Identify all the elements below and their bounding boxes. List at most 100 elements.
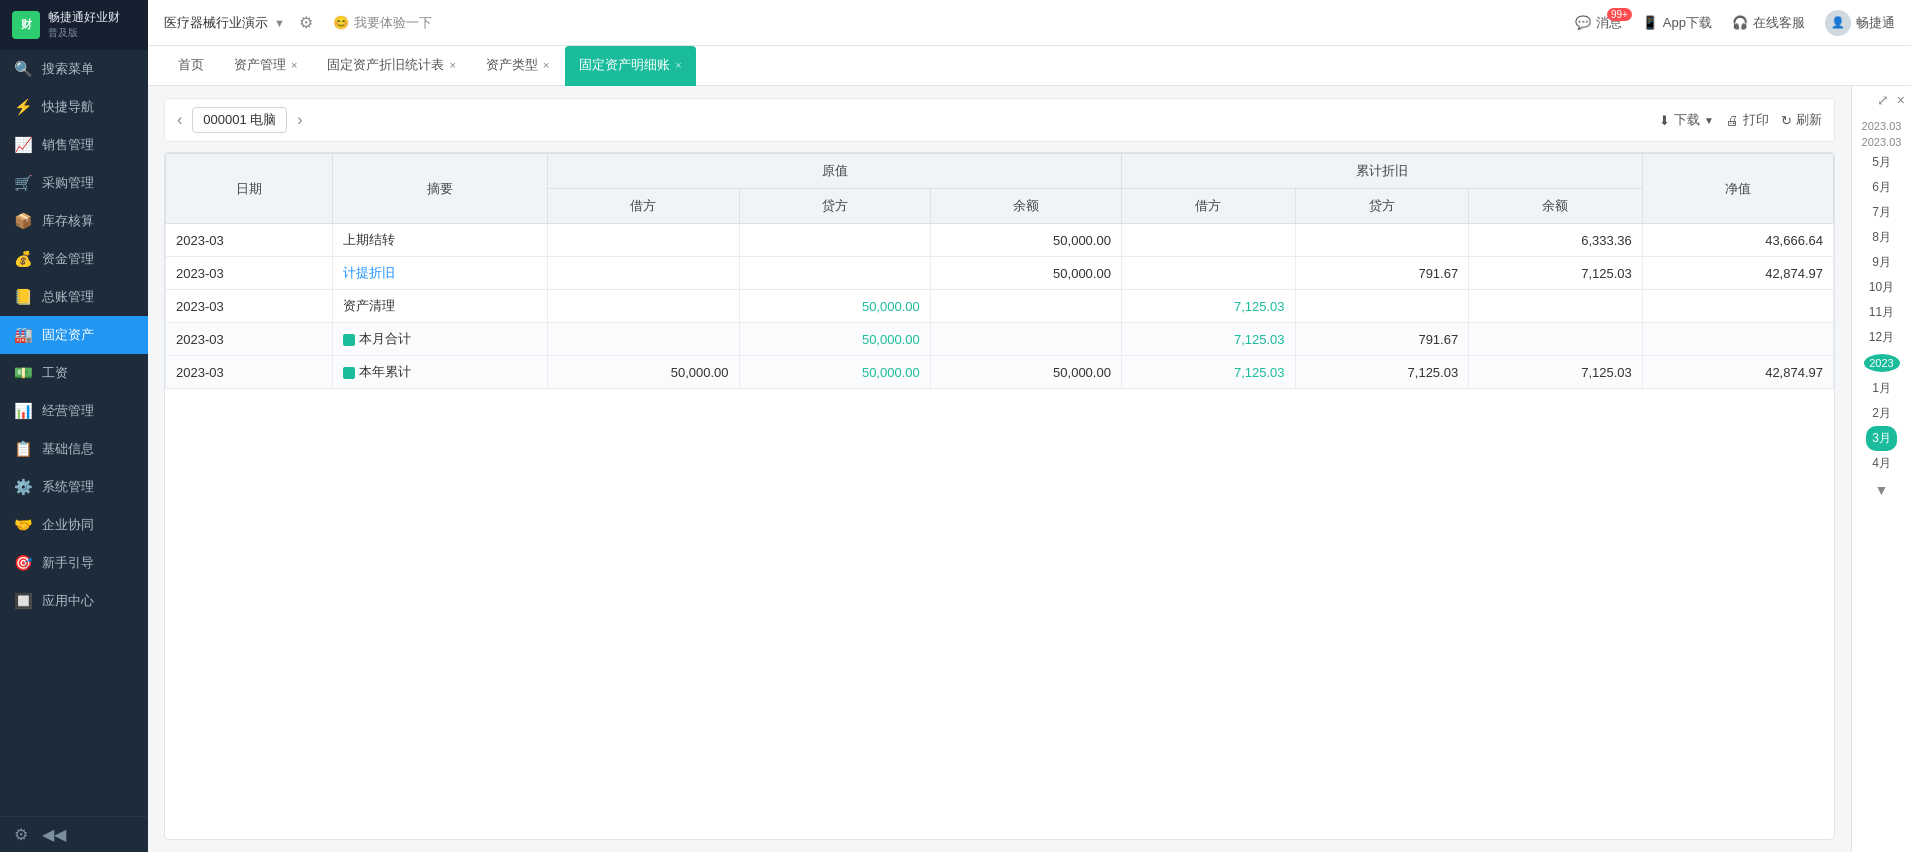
online-service-btn[interactable]: 🎧 在线客服 — [1732, 14, 1805, 32]
tab-asset-mgmt-label: 资产管理 — [234, 56, 286, 74]
company-selector[interactable]: 医疗器械行业演示 ▼ — [164, 14, 285, 32]
tab-depreciation-stat[interactable]: 固定资产折旧统计表 × — [313, 46, 469, 86]
experience-btn[interactable]: 😊 我要体验一下 — [333, 14, 432, 32]
sidebar-guide-label: 新手引导 — [42, 554, 94, 572]
sidebar-item-search[interactable]: 🔍 搜索菜单 — [0, 50, 148, 88]
sidebar-item-fixed-assets[interactable]: 🏭 固定资产 — [0, 316, 148, 354]
table-cell: 2023-03 — [166, 290, 333, 323]
table-cell — [930, 323, 1121, 356]
timeline-month-item[interactable]: 10月 — [1863, 275, 1900, 300]
tab-home[interactable]: 首页 — [164, 46, 218, 86]
messages-btn[interactable]: 💬 消息 99+ — [1575, 14, 1622, 32]
app-logo-icon: 财 — [12, 11, 40, 39]
table-cell-summary: 本年累计 — [332, 356, 548, 389]
tab-asset-mgmt[interactable]: 资产管理 × — [220, 46, 311, 86]
company-name-label: 医疗器械行业演示 — [164, 14, 268, 32]
tab-asset-detail-label: 固定资产明细账 — [579, 56, 670, 74]
col-acc-debit: 借方 — [1121, 189, 1295, 224]
timeline-close-btn[interactable]: × — [1897, 92, 1905, 108]
sidebar-item-sales[interactable]: 📈 销售管理 — [0, 126, 148, 164]
sidebar-basic-info-label: 基础信息 — [42, 440, 94, 458]
sidebar-item-apps[interactable]: 🔲 应用中心 — [0, 582, 148, 620]
table-cell — [548, 224, 739, 257]
table-cell: 791.67 — [1295, 323, 1469, 356]
timeline-month-item[interactable]: 11月 — [1863, 300, 1900, 325]
sidebar-item-sys-mgmt[interactable]: ⚙️ 系统管理 — [0, 468, 148, 506]
table-cell — [1121, 257, 1295, 290]
sidebar-item-ledger[interactable]: 📒 总账管理 — [0, 278, 148, 316]
sidebar-item-funds[interactable]: 💰 资金管理 — [0, 240, 148, 278]
ledger-icon: 📒 — [14, 288, 32, 306]
timeline-sub-year: 2023.03 — [1862, 134, 1902, 150]
timeline-month-item[interactable]: 12月 — [1863, 325, 1900, 350]
basic-info-icon: 📋 — [14, 440, 32, 458]
tab-asset-type[interactable]: 资产类型 × — [472, 46, 563, 86]
sidebar-item-ops[interactable]: 📊 经营管理 — [0, 392, 148, 430]
settings-icon[interactable]: ⚙ — [14, 825, 28, 844]
tab-asset-detail-close-icon[interactable]: × — [675, 59, 681, 71]
sidebar-item-guide[interactable]: 🎯 新手引导 — [0, 544, 148, 582]
timeline-expand-btn[interactable]: ⤢ — [1877, 92, 1889, 108]
timeline-recent-month-item[interactable]: 3月 — [1866, 426, 1897, 451]
sales-icon: 📈 — [14, 136, 32, 154]
messages-badge: 99+ — [1607, 8, 1632, 21]
table-cell: 7,125.03 — [1469, 356, 1643, 389]
topbar-right: 💬 消息 99+ 📱 App下载 🎧 在线客服 👤 畅捷通 — [1575, 10, 1895, 36]
sidebar-sales-label: 销售管理 — [42, 136, 94, 154]
sidebar-item-purchase[interactable]: 🛒 采购管理 — [0, 164, 148, 202]
sidebar-item-basic-info[interactable]: 📋 基础信息 — [0, 430, 148, 468]
col-summary: 摘要 — [332, 154, 548, 224]
download-btn[interactable]: ⬇ 下载 ▼ — [1659, 111, 1714, 129]
timeline-month-item[interactable]: 6月 — [1863, 175, 1900, 200]
col-date: 日期 — [166, 154, 333, 224]
user-btn[interactable]: 👤 畅捷通 — [1825, 10, 1895, 36]
table-cell: 50,000.00 — [548, 356, 739, 389]
tab-asset-type-close-icon[interactable]: × — [543, 59, 549, 71]
app-name-label: 畅捷通好业财 — [48, 10, 120, 26]
tab-asset-mgmt-close-icon[interactable]: × — [291, 59, 297, 71]
asset-code-label: 000001 电脑 — [203, 112, 276, 127]
content-main: ‹ 000001 电脑 › ⬇ 下载 ▼ 🖨 打印 — [148, 86, 1851, 852]
table-cell: 2023-03 — [166, 323, 333, 356]
table-cell: 50,000.00 — [930, 257, 1121, 290]
timeline-recent-month-item[interactable]: 4月 — [1866, 451, 1897, 476]
sidebar-payroll-label: 工资 — [42, 364, 68, 382]
timeline-month-item[interactable]: 5月 — [1863, 150, 1900, 175]
sidebar-item-collab[interactable]: 🤝 企业协同 — [0, 506, 148, 544]
tab-home-label: 首页 — [178, 56, 204, 74]
apps-icon: 🔲 — [14, 592, 32, 610]
next-asset-btn[interactable]: › — [297, 111, 302, 129]
user-avatar: 👤 — [1825, 10, 1851, 36]
col-orig-debit: 借方 — [548, 189, 739, 224]
table-cell: 6,333.36 — [1469, 224, 1643, 257]
table-cell — [739, 224, 930, 257]
timeline-month-item[interactable]: 7月 — [1863, 200, 1900, 225]
col-acc-credit: 贷方 — [1295, 189, 1469, 224]
sidebar-item-payroll[interactable]: 💵 工资 — [0, 354, 148, 392]
timeline-scroll-down-btn[interactable]: ▼ — [1872, 480, 1892, 500]
table-cell — [1295, 290, 1469, 323]
print-btn[interactable]: 🖨 打印 — [1726, 111, 1769, 129]
app-download-btn[interactable]: 📱 App下载 — [1642, 14, 1712, 32]
sidebar-item-quick-nav[interactable]: ⚡ 快捷导航 — [0, 88, 148, 126]
collapse-icon[interactable]: ◀◀ — [42, 825, 66, 844]
tab-depreciation-close-icon[interactable]: × — [449, 59, 455, 71]
prev-asset-btn[interactable]: ‹ — [177, 111, 182, 129]
guide-icon: 🎯 — [14, 554, 32, 572]
tab-asset-detail[interactable]: 固定资产明细账 × — [565, 46, 695, 86]
download-label: 下载 — [1674, 111, 1700, 129]
company-settings-icon[interactable]: ⚙ — [299, 13, 313, 32]
refresh-btn[interactable]: ↻ 刷新 — [1781, 111, 1822, 129]
sidebar-sys-mgmt-label: 系统管理 — [42, 478, 94, 496]
col-original-value: 原值 — [548, 154, 1122, 189]
table-cell: 2023-03 — [166, 356, 333, 389]
detail-table-wrap: 日期 摘要 原值 累计折旧 净值 借方 贷方 余额 借方 贷方 余额 — [164, 152, 1835, 840]
timeline-month-item[interactable]: 9月 — [1863, 250, 1900, 275]
payroll-icon: 💵 — [14, 364, 32, 382]
timeline-recent-month-item[interactable]: 2月 — [1866, 401, 1897, 426]
table-cell: 7,125.03 — [1121, 356, 1295, 389]
messages-icon: 💬 — [1575, 15, 1591, 30]
timeline-month-item[interactable]: 8月 — [1863, 225, 1900, 250]
timeline-recent-month-item[interactable]: 1月 — [1866, 376, 1897, 401]
sidebar-item-inventory[interactable]: 📦 库存核算 — [0, 202, 148, 240]
